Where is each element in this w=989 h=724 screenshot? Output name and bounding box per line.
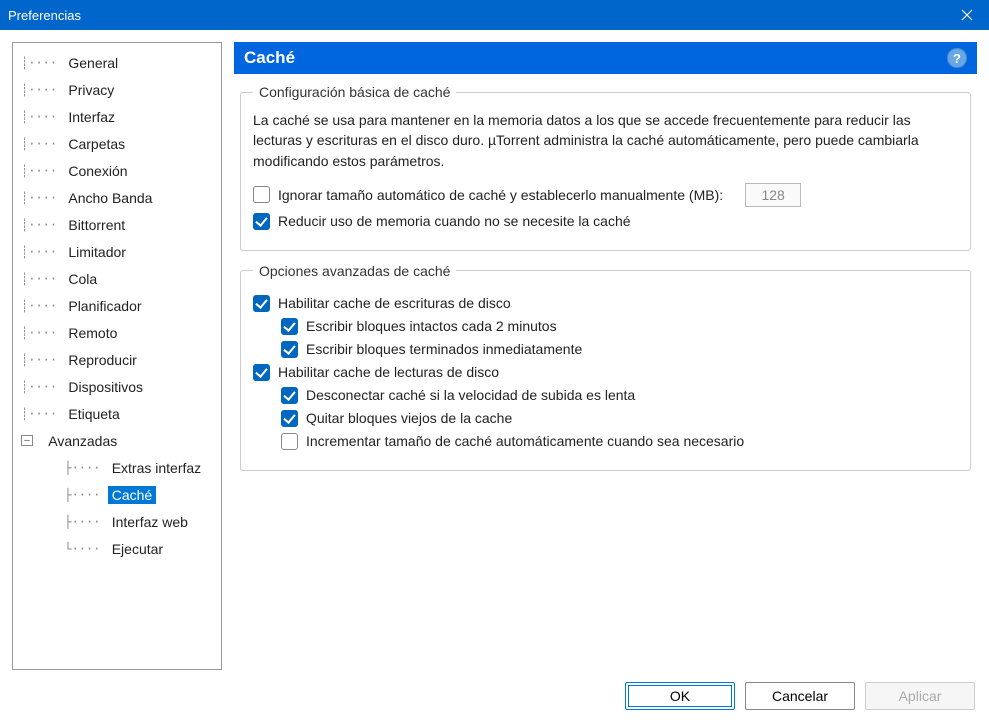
tree-item-label: Conexión xyxy=(64,162,131,180)
page-title: Caché xyxy=(244,48,947,68)
tree-item-label: Extras interfaz xyxy=(108,459,205,477)
write-finished-checkbox[interactable] xyxy=(281,341,298,358)
auto-increase-cache-label[interactable]: Incrementar tamaño de caché automáticame… xyxy=(306,433,744,449)
titlebar: Preferencias xyxy=(0,0,989,30)
tree-subitem[interactable]: ├···· Extras interfaz xyxy=(21,454,217,481)
tree-item[interactable]: ┊···· Remoto xyxy=(21,319,217,346)
tree-item-label: Interfaz web xyxy=(108,513,192,531)
tree-item[interactable]: ┊···· Planificador xyxy=(21,292,217,319)
tree-item-label: Dispositivos xyxy=(64,378,147,396)
tree-item[interactable]: ┊···· Privacy xyxy=(21,76,217,103)
override-cache-label[interactable]: Ignorar tamaño automático de caché y est… xyxy=(278,187,723,203)
content-panel: Caché ? Configuración básica de caché La… xyxy=(234,42,977,670)
tree-item-label: Cola xyxy=(64,270,101,288)
tree-item[interactable]: ┊···· General xyxy=(21,49,217,76)
tree-item[interactable]: ┊···· Dispositivos xyxy=(21,373,217,400)
cancel-button[interactable]: Cancelar xyxy=(745,682,855,710)
help-icon[interactable]: ? xyxy=(947,48,967,68)
tree-item-label: General xyxy=(64,54,122,72)
tree-subitem[interactable]: ├···· Caché xyxy=(21,481,217,508)
tree-item-label: Avanzadas xyxy=(44,432,121,450)
tree-item-label: Bittorrent xyxy=(64,216,129,234)
tree-item[interactable]: ┊···· Cola xyxy=(21,265,217,292)
tree-item-label: Reproducir xyxy=(64,351,140,369)
override-cache-size-input[interactable] xyxy=(745,183,801,207)
write-untouched-row: Escribir bloques intactos cada 2 minutos xyxy=(253,318,958,335)
tree-item[interactable]: ┊···· Bittorrent xyxy=(21,211,217,238)
close-icon[interactable] xyxy=(944,0,989,30)
enable-read-cache-row: Habilitar cache de lecturas de disco xyxy=(253,364,958,381)
category-tree[interactable]: ┊···· General┊···· Privacy┊···· Interfaz… xyxy=(12,42,222,670)
basic-cache-description: La caché se usa para mantener en la memo… xyxy=(253,110,958,171)
tree-item[interactable]: ┊···· Carpetas xyxy=(21,130,217,157)
tree-item-label: Carpetas xyxy=(64,135,129,153)
tree-subitem[interactable]: ├···· Interfaz web xyxy=(21,508,217,535)
turnoff-read-cache-checkbox[interactable] xyxy=(281,387,298,404)
override-cache-checkbox[interactable] xyxy=(253,186,270,203)
turnoff-read-cache-row: Desconectar caché si la velocidad de sub… xyxy=(253,387,958,404)
enable-write-cache-row: Habilitar cache de escrituras de disco xyxy=(253,295,958,312)
advanced-cache-legend: Opciones avanzadas de caché xyxy=(253,263,456,279)
tree-item[interactable]: ┊···· Interfaz xyxy=(21,103,217,130)
tree-item-advanced[interactable]: – Avanzadas xyxy=(21,427,217,454)
basic-cache-group: Configuración básica de caché La caché s… xyxy=(240,84,971,251)
tree-item-label: Ejecutar xyxy=(108,540,167,558)
turnoff-read-cache-label[interactable]: Desconectar caché si la velocidad de sub… xyxy=(306,387,635,403)
enable-read-cache-checkbox[interactable] xyxy=(253,364,270,381)
tree-item[interactable]: ┊···· Ancho Banda xyxy=(21,184,217,211)
ok-button[interactable]: OK xyxy=(625,682,735,710)
tree-subitem[interactable]: └···· Ejecutar xyxy=(21,535,217,562)
tree-item-label: Planificador xyxy=(64,297,145,315)
tree-item[interactable]: ┊···· Limitador xyxy=(21,238,217,265)
write-untouched-label[interactable]: Escribir bloques intactos cada 2 minutos xyxy=(306,318,557,334)
write-finished-label[interactable]: Escribir bloques terminados inmediatamen… xyxy=(306,341,582,357)
tree-item[interactable]: ┊···· Reproducir xyxy=(21,346,217,373)
reduce-memory-row: Reducir uso de memoria cuando no se nece… xyxy=(253,213,958,230)
write-untouched-checkbox[interactable] xyxy=(281,318,298,335)
tree-item[interactable]: ┊···· Etiqueta xyxy=(21,400,217,427)
auto-increase-cache-row: Incrementar tamaño de caché automáticame… xyxy=(253,433,958,450)
tree-expander-icon[interactable]: – xyxy=(21,435,33,446)
basic-cache-legend: Configuración básica de caché xyxy=(253,84,456,100)
enable-read-cache-label[interactable]: Habilitar cache de lecturas de disco xyxy=(278,364,499,380)
tree-item-label: Limitador xyxy=(64,243,130,261)
tree-item-label: Caché xyxy=(108,486,156,504)
enable-write-cache-checkbox[interactable] xyxy=(253,295,270,312)
window-title: Preferencias xyxy=(8,8,944,23)
tree-item-label: Ancho Banda xyxy=(64,189,156,207)
override-cache-row: Ignorar tamaño automático de caché y est… xyxy=(253,183,958,207)
tree-item-label: Remoto xyxy=(64,324,121,342)
tree-item-label: Privacy xyxy=(64,81,118,99)
remove-old-blocks-label[interactable]: Quitar bloques viejos de la cache xyxy=(306,410,512,426)
tree-item-label: Etiqueta xyxy=(64,405,123,423)
reduce-memory-checkbox[interactable] xyxy=(253,213,270,230)
reduce-memory-label[interactable]: Reducir uso de memoria cuando no se nece… xyxy=(278,213,631,229)
tree-item[interactable]: ┊···· Conexión xyxy=(21,157,217,184)
page-header: Caché ? xyxy=(234,42,977,74)
auto-increase-cache-checkbox[interactable] xyxy=(281,433,298,450)
apply-button: Aplicar xyxy=(865,682,975,710)
remove-old-blocks-checkbox[interactable] xyxy=(281,410,298,427)
write-finished-row: Escribir bloques terminados inmediatamen… xyxy=(253,341,958,358)
enable-write-cache-label[interactable]: Habilitar cache de escrituras de disco xyxy=(278,295,511,311)
remove-old-blocks-row: Quitar bloques viejos de la cache xyxy=(253,410,958,427)
tree-item-label: Interfaz xyxy=(64,108,119,126)
dialog-footer: OK Cancelar Aplicar xyxy=(0,670,989,722)
advanced-cache-group: Opciones avanzadas de caché Habilitar ca… xyxy=(240,263,971,471)
